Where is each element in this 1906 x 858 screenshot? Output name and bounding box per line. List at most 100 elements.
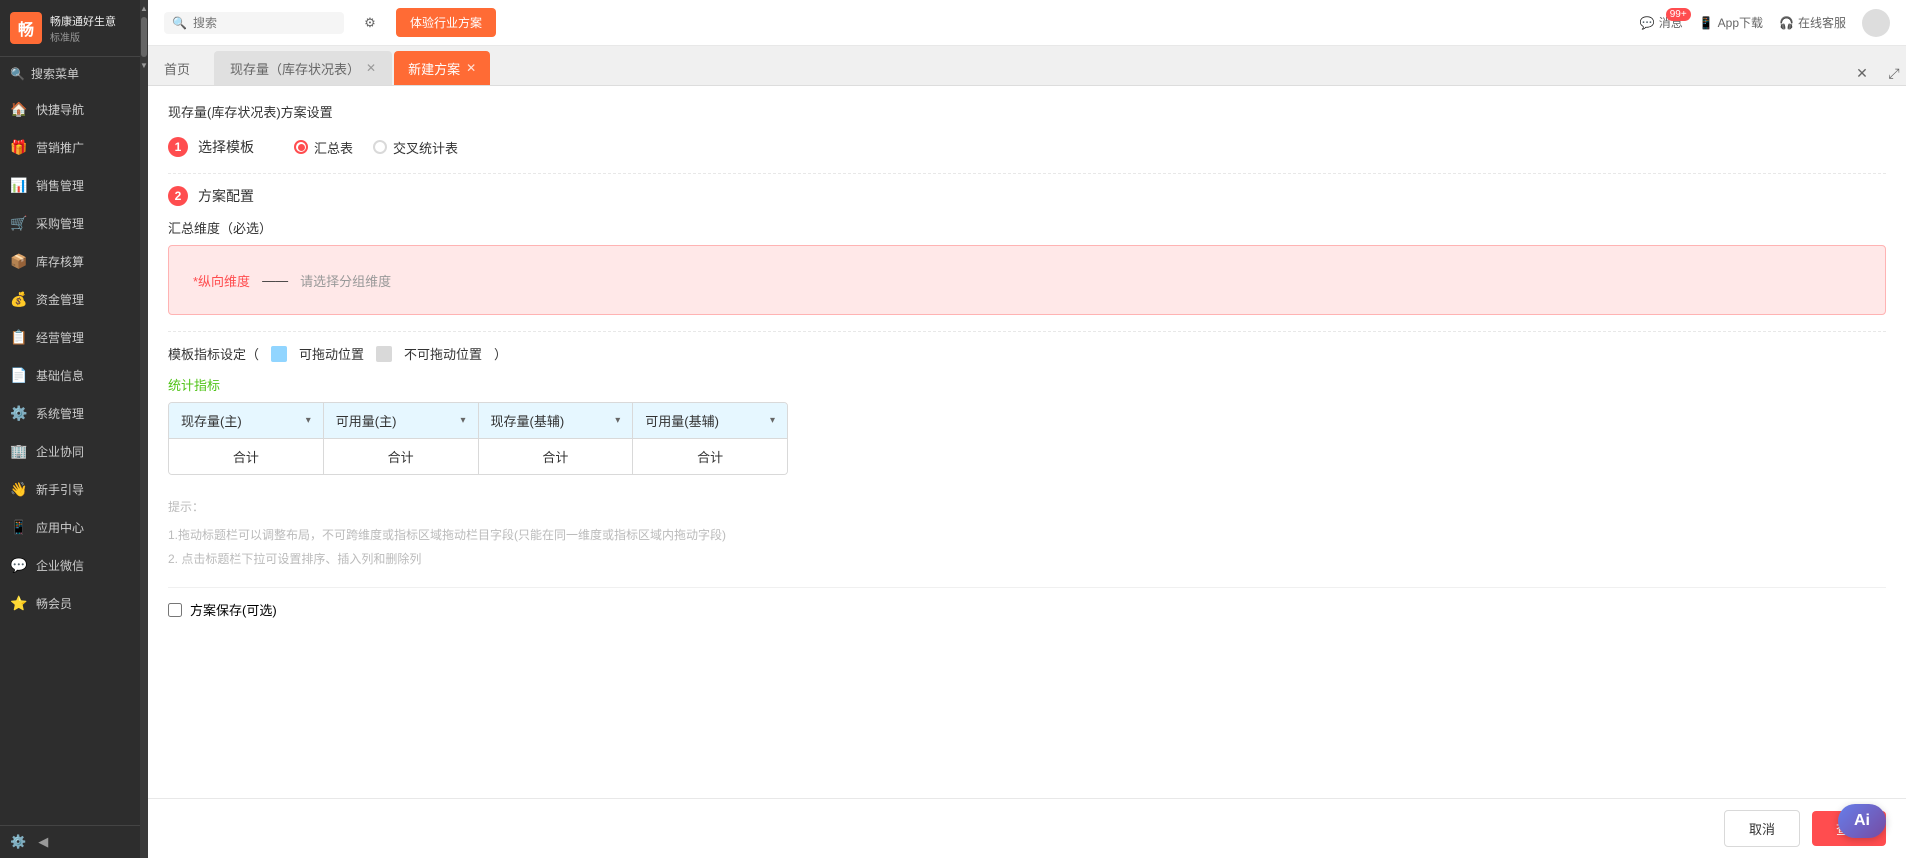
radio-cross-circle: [373, 140, 387, 154]
tab-inventory-status[interactable]: 现存量（库存状况表） ✕: [214, 51, 392, 85]
sidebar-item-marketing[interactable]: 🎁 营销推广: [0, 128, 140, 166]
inner-divider: [168, 331, 1886, 332]
sidebar-label: 企业协同: [36, 443, 84, 460]
search-input[interactable]: [193, 16, 313, 30]
main-area: 🔍 ⚙ 体验行业方案 💬 消息 99+ 📱 App下载 🎧 在线客服 首页: [148, 0, 1906, 858]
tip-item-1: 1.拖动标题栏可以调整布局，不可跨维度或指标区域拖动栏目字段(只能在同一维度或指…: [168, 523, 1886, 547]
sidebar-item-purchase[interactable]: 🛒 采购管理: [0, 204, 140, 242]
content-area: 现存量(库存状况表)方案设置 1 选择模板 汇总表 交叉统计表: [148, 86, 1906, 798]
message-badge: 99+: [1666, 8, 1691, 21]
sidebar-item-quick-nav[interactable]: 🏠 快捷导航: [0, 90, 140, 128]
dimension-dash: ——: [262, 273, 288, 288]
sidebar-label: 采购管理: [36, 215, 84, 232]
tab-home-label: 首页: [164, 59, 190, 78]
message-button[interactable]: 💬 消息 99+: [1640, 14, 1683, 31]
phone-icon: 📱: [1699, 16, 1714, 30]
sidebar-label: 库存核算: [36, 253, 84, 270]
sidebar-item-system[interactable]: ⚙️ 系统管理: [0, 394, 140, 432]
close-window-button[interactable]: ✕: [1850, 61, 1874, 85]
save-row: 方案保存(可选): [168, 587, 1886, 631]
save-checkbox[interactable]: [168, 603, 182, 617]
tabbar: 首页 现存量（库存状况表） ✕ 新建方案 ✕ ✕ ⤢: [148, 46, 1906, 86]
sidebar-label: 系统管理: [36, 405, 84, 422]
sidebar-item-member[interactable]: ⭐ 畅会员: [0, 584, 140, 622]
clipboard-icon: 📋: [10, 328, 28, 346]
tab-new-close[interactable]: ✕: [466, 61, 476, 75]
sidebar-label: 快捷导航: [36, 101, 84, 118]
settings-button[interactable]: ⚙: [356, 9, 384, 37]
search-label: 搜索菜单: [31, 65, 79, 82]
sidebar-scrollbar[interactable]: ▲ ▼: [140, 0, 148, 858]
sidebar-item-finance[interactable]: 💰 资金管理: [0, 280, 140, 318]
sidebar: 畅 畅康通好生意 标准版 🔍 搜索菜单 🏠 快捷导航 🎁 营销推广 📊 销售管理…: [0, 0, 140, 858]
movable-badge: [271, 346, 287, 362]
trial-button[interactable]: 体验行业方案: [396, 8, 496, 37]
indicator-setting-prefix: 模板指标设定（: [168, 344, 259, 363]
tab-new-label: 新建方案: [408, 59, 460, 78]
col3-chevron-icon: ▾: [615, 415, 620, 426]
wave-icon: 👋: [10, 480, 28, 498]
tip-item-2: 2. 点击标题栏下拉可设置排序、插入列和删除列: [168, 547, 1886, 571]
sidebar-bottom: ⚙️ ◀: [0, 825, 140, 858]
tab-inventory-close[interactable]: ✕: [366, 61, 376, 75]
app-version: 标准版: [50, 29, 116, 44]
chart-icon: 📊: [10, 176, 28, 194]
cancel-button[interactable]: 取消: [1724, 810, 1800, 847]
tab-new-plan[interactable]: 新建方案 ✕: [394, 51, 490, 85]
sidebar-item-operations[interactable]: 📋 经营管理: [0, 318, 140, 356]
sidebar-item-guide[interactable]: 👋 新手引导: [0, 470, 140, 508]
expand-window-button[interactable]: ⤢: [1882, 61, 1906, 85]
gear-icon: ⚙️: [10, 404, 28, 422]
col4-chevron-icon: ▾: [770, 415, 775, 426]
topbar-right: 💬 消息 99+ 📱 App下载 🎧 在线客服: [1640, 9, 1890, 37]
window-controls: ✕ ⤢: [1850, 61, 1906, 85]
sidebar-label: 应用中心: [36, 519, 84, 536]
sidebar-item-enterprise[interactable]: 🏢 企业协同: [0, 432, 140, 470]
ai-badge[interactable]: Ai: [1838, 804, 1886, 838]
message-icon: 💬: [1640, 16, 1655, 30]
stats-col1-label: 现存量(主): [181, 411, 242, 430]
topbar-search[interactable]: 🔍: [164, 12, 344, 34]
money-icon: 💰: [10, 290, 28, 308]
stats-header-col1[interactable]: 现存量(主) ▾: [169, 403, 324, 438]
section2-header: 2 方案配置: [168, 186, 1886, 206]
section-divider: [168, 173, 1886, 174]
stats-header-col2[interactable]: 可用量(主) ▾: [324, 403, 479, 438]
collapse-icon[interactable]: ◀: [38, 834, 48, 850]
stats-header-col4[interactable]: 可用量(基辅) ▾: [633, 403, 787, 438]
indicator-setting: 模板指标设定（ 可拖动位置 不可拖动位置 ）: [168, 344, 1886, 363]
sidebar-item-basic-info[interactable]: 📄 基础信息: [0, 356, 140, 394]
sidebar-label: 基础信息: [36, 367, 84, 384]
app-download-button[interactable]: 📱 App下载: [1699, 14, 1763, 31]
radio-cross[interactable]: 交叉统计表: [373, 138, 458, 157]
section2-number: 2: [168, 186, 188, 206]
settings-icon[interactable]: ⚙️: [10, 834, 26, 850]
sidebar-search[interactable]: 🔍 搜索菜单: [0, 57, 140, 90]
online-service-button[interactable]: 🎧 在线客服: [1779, 14, 1846, 31]
sidebar-item-inventory[interactable]: 📦 库存核算: [0, 242, 140, 280]
user-avatar[interactable]: [1862, 9, 1890, 37]
sidebar-item-app-center[interactable]: 📱 应用中心: [0, 508, 140, 546]
sidebar-item-sales[interactable]: 📊 销售管理: [0, 166, 140, 204]
stats-row1-col1: 合计: [169, 438, 324, 474]
section1-title: 选择模板: [198, 137, 254, 157]
col2-chevron-icon: ▾: [460, 415, 465, 426]
bottombar: 取消 查询: [148, 798, 1906, 858]
radio-summary[interactable]: 汇总表: [294, 138, 353, 157]
stats-row1-col4: 合计: [633, 438, 787, 474]
search-icon: 🔍: [10, 67, 25, 81]
page-title: 现存量(库存状况表)方案设置: [168, 102, 1886, 121]
stats-col4-label: 可用量(基辅): [645, 411, 719, 430]
dimension-box[interactable]: *纵向维度 —— 请选择分组维度: [168, 245, 1886, 315]
indicator-movable-label: 可拖动位置: [299, 344, 364, 363]
indicator-fixed-label: 不可拖动位置: [404, 344, 482, 363]
sidebar-label: 销售管理: [36, 177, 84, 194]
stats-header-col3[interactable]: 现存量(基辅) ▾: [479, 403, 634, 438]
sidebar-item-wechat[interactable]: 💬 企业微信: [0, 546, 140, 584]
stats-row1-col3: 合计: [479, 438, 634, 474]
gift-icon: 🎁: [10, 138, 28, 156]
sidebar-nav: 🏠 快捷导航 🎁 营销推广 📊 销售管理 🛒 采购管理 📦 库存核算 💰 资金管…: [0, 90, 140, 825]
radio-summary-label: 汇总表: [314, 138, 353, 157]
tab-home[interactable]: 首页: [148, 51, 206, 85]
stats-table-header: 现存量(主) ▾ 可用量(主) ▾ 现存量(基辅) ▾ 可用量(基辅) ▾: [169, 403, 787, 438]
